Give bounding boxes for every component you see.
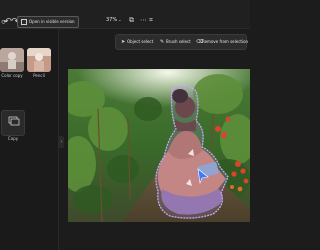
- sidebar-item-label: Pencil: [33, 73, 45, 78]
- open-icon: [21, 19, 27, 25]
- photo-image: [68, 69, 250, 222]
- remove-from-selection-button[interactable]: ⌫Remove from selection: [196, 38, 248, 46]
- copy-icon: [8, 116, 20, 126]
- brush-select-label: Brush select: [166, 39, 191, 44]
- fit-icon[interactable]: ⧉: [129, 16, 134, 25]
- thumbnail-image: [27, 48, 51, 72]
- sidebar: Color copy Pencil Copy: [0, 29, 59, 250]
- object-select-button[interactable]: ➤ Object select: [121, 38, 153, 46]
- refresh-icon[interactable]: ⟳: [1, 17, 7, 29]
- crop-icon[interactable]: ⌗: [149, 16, 153, 25]
- chevron-down-icon: ⌄: [118, 17, 122, 22]
- zoom-value: 37%: [106, 17, 118, 23]
- collapse-sidebar-handle[interactable]: ‹: [59, 136, 64, 148]
- brush-select-button[interactable]: ✎ Brush select: [160, 38, 191, 46]
- photo-canvas[interactable]: [68, 69, 250, 222]
- copy-label: Copy: [7, 136, 19, 141]
- open-in-visible-version-button[interactable]: Open in visible version: [17, 16, 79, 28]
- remove-from-selection-label: Remove from selection: [202, 39, 249, 44]
- sidebar-item-color-copy[interactable]: [0, 48, 24, 72]
- sidebar-item-label: Color copy: [1, 73, 23, 78]
- zoom-dropdown[interactable]: 37%⌄: [106, 17, 121, 23]
- open-button-label: Open in visible version: [29, 19, 75, 24]
- object-select-label: Object select: [127, 39, 154, 44]
- sidebar-item-pencil[interactable]: [27, 48, 51, 72]
- more-icon[interactable]: ⋯: [140, 16, 147, 24]
- sidebar-item-copy[interactable]: Copy: [1, 110, 25, 141]
- selection-toolbar: ➤ Object select ✎ Brush select ⌫Remove fro…: [115, 34, 248, 50]
- top-bar: ↶ ↷ ⟳ Open in visible version 37%⌄ ⧉ ⋯ ⌗: [0, 0, 250, 29]
- thumbnail-image: [0, 48, 24, 72]
